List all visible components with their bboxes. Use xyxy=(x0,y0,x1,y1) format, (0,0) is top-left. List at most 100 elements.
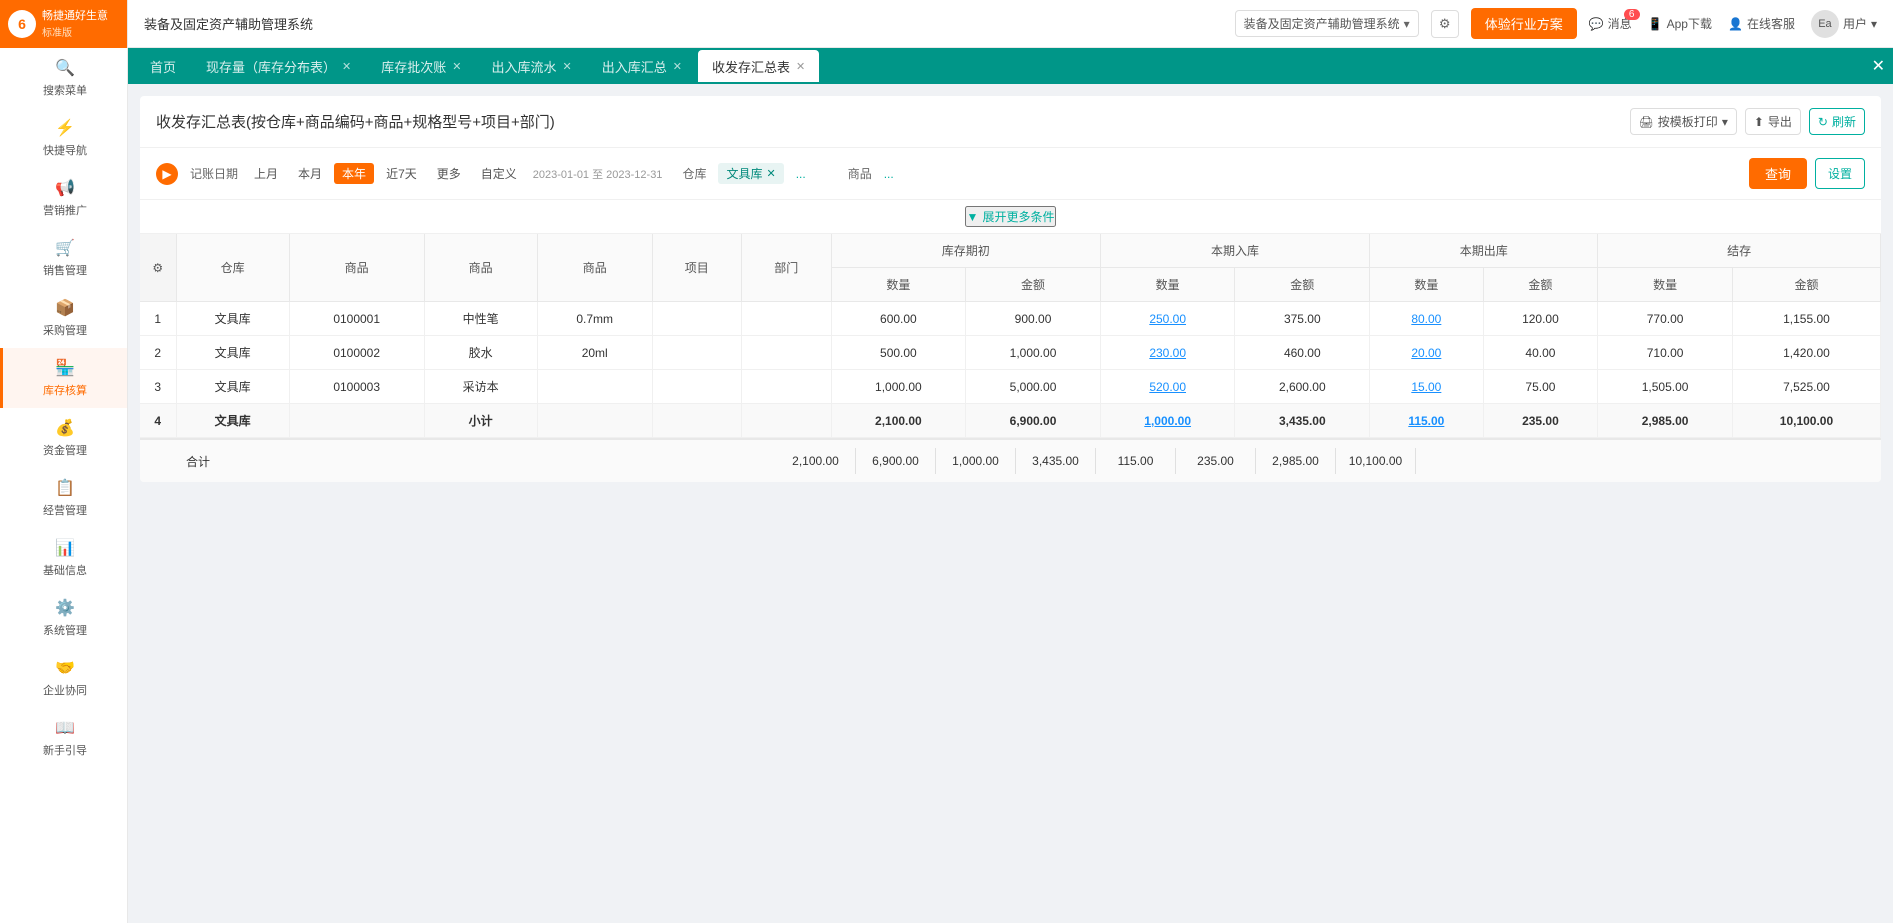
date-7days[interactable]: 近7天 xyxy=(378,163,425,184)
footer-balance-qty: 2,985.00 xyxy=(1256,448,1336,474)
th-balance-amt: 金额 xyxy=(1732,268,1880,302)
guide-icon: 📖 xyxy=(55,718,75,738)
row-out-qty[interactable]: 80.00 xyxy=(1370,302,1483,336)
row-warehouse: 文具库 xyxy=(176,302,289,336)
sidebar-item-quick[interactable]: ⚡ 快捷导航 xyxy=(0,108,127,168)
footer-label: 合计 xyxy=(176,453,776,470)
sidebar-item-sales[interactable]: 🛒 销售管理 xyxy=(0,228,127,288)
row-product-name: 胶水 xyxy=(424,336,537,370)
table-row: 2 文具库 0100002 胶水 20ml 500.00 1,000.00 23… xyxy=(140,336,1881,370)
row-out-qty[interactable]: 15.00 xyxy=(1370,370,1483,404)
date-range: 2023-01-01 至 2023-12-31 xyxy=(533,166,663,182)
row-in-qty[interactable]: 520.00 xyxy=(1100,370,1235,404)
sidebar-item-marketing[interactable]: 📢 营销推广 xyxy=(0,168,127,228)
row-warehouse: 文具库 xyxy=(176,370,289,404)
data-table: ⚙ 仓库 商品 商品 商品 项目 部门 库存期初 本期入库 本期出库 结存 数量 xyxy=(140,234,1881,438)
th-open-amt: 金额 xyxy=(966,268,1101,302)
tab-batch-ledger[interactable]: 库存批次账 ✕ xyxy=(367,50,475,82)
tab-batch-ledger-close[interactable]: ✕ xyxy=(452,60,461,73)
footer-in-qty: 1,000.00 xyxy=(936,448,1016,474)
row-product-code: 0100002 xyxy=(289,336,424,370)
date-custom[interactable]: 自定义 xyxy=(473,163,525,184)
th-in-qty: 数量 xyxy=(1100,268,1235,302)
table-body: 1 文具库 0100001 中性笔 0.7mm 600.00 900.00 25… xyxy=(140,302,1881,438)
tab-stock-flow-close[interactable]: ✕ xyxy=(563,60,572,73)
warehouse-tag-close[interactable]: ✕ xyxy=(766,167,775,180)
sidebar-item-coop[interactable]: 🤝 企业协同 xyxy=(0,648,127,708)
sidebar-item-basic-label: 基础信息 xyxy=(43,562,87,578)
sidebar-item-inventory[interactable]: 🏪 库存核算 xyxy=(0,348,127,408)
message-button[interactable]: 💬 消息 6 xyxy=(1589,15,1632,32)
sidebar-item-basic[interactable]: 📊 基础信息 xyxy=(0,528,127,588)
row-in-qty[interactable]: 1,000.00 xyxy=(1100,404,1235,438)
sidebar-item-operation[interactable]: 📋 经营管理 xyxy=(0,468,127,528)
sidebar-item-quick-label: 快捷导航 xyxy=(43,142,87,158)
sidebar-item-finance[interactable]: 💰 资金管理 xyxy=(0,408,127,468)
row-open-amt: 900.00 xyxy=(966,302,1101,336)
user-menu[interactable]: Ea 用户 ▾ xyxy=(1811,10,1877,38)
th-in-group: 本期入库 xyxy=(1100,234,1369,268)
settings-button[interactable]: ⚙ xyxy=(1431,10,1459,38)
sidebar-item-guide-label: 新手引导 xyxy=(43,742,87,758)
topbar: 装备及固定资产辅助管理系统 装备及固定资产辅助管理系统 ▾ ⚙ 体验行业方案 💬… xyxy=(128,0,1893,48)
tab-home[interactable]: 首页 xyxy=(136,50,190,82)
filter-collapse-button[interactable]: ▶ xyxy=(156,163,178,185)
row-in-qty[interactable]: 250.00 xyxy=(1100,302,1235,336)
sidebar-item-search[interactable]: 🔍 搜索菜单 xyxy=(0,48,127,108)
tab-stock-summary-close[interactable]: ✕ xyxy=(673,60,682,73)
product-more[interactable]: ... xyxy=(884,167,894,181)
refresh-button[interactable]: ↻ 刷新 xyxy=(1809,108,1865,135)
tab-stock-summary-label: 出入库汇总 xyxy=(602,57,667,76)
online-service-button[interactable]: 👤 在线客服 xyxy=(1728,15,1795,32)
date-prev-month[interactable]: 上月 xyxy=(246,163,286,184)
warehouse-more[interactable]: ... xyxy=(796,167,806,181)
warehouse-tag-value: 文具库 xyxy=(726,165,762,182)
print-button[interactable]: 🖨 按模板打印 ▾ xyxy=(1630,108,1737,135)
filter-settings-button[interactable]: 设置 xyxy=(1815,158,1865,189)
sidebar-item-purchase[interactable]: 📦 采购管理 xyxy=(0,288,127,348)
sidebar-item-guide[interactable]: 📖 新手引导 xyxy=(0,708,127,768)
row-balance-amt: 7,525.00 xyxy=(1732,370,1880,404)
tab-stock-flow[interactable]: 出入库流水 ✕ xyxy=(477,50,585,82)
sidebar-item-system[interactable]: ⚙️ 系统管理 xyxy=(0,588,127,648)
row-in-qty[interactable]: 230.00 xyxy=(1100,336,1235,370)
date-curr-month[interactable]: 本月 xyxy=(290,163,330,184)
tab-stock-summary[interactable]: 出入库汇总 ✕ xyxy=(588,50,696,82)
system-dropdown[interactable]: 装备及固定资产辅助管理系统 ▾ xyxy=(1235,10,1419,37)
tab-stock-dist-close[interactable]: ✕ xyxy=(342,60,351,73)
app-download-button[interactable]: 📱 App下载 xyxy=(1648,15,1712,32)
trial-button[interactable]: 体验行业方案 xyxy=(1471,8,1577,39)
row-open-amt: 6,900.00 xyxy=(966,404,1101,438)
th-out-qty: 数量 xyxy=(1370,268,1483,302)
expand-more-button[interactable]: ▼ 展开更多条件 xyxy=(965,206,1057,227)
row-out-amt: 75.00 xyxy=(1483,370,1598,404)
tab-stock-dist[interactable]: 现存量（库存分布表） ✕ xyxy=(192,50,365,82)
tabbar: 首页 现存量（库存分布表） ✕ 库存批次账 ✕ 出入库流水 ✕ 出入库汇总 ✕ … xyxy=(128,48,1893,84)
row-department xyxy=(742,336,832,370)
row-balance-amt: 10,100.00 xyxy=(1732,404,1880,438)
row-balance-amt: 1,420.00 xyxy=(1732,336,1880,370)
sidebar-item-search-label: 搜索菜单 xyxy=(43,82,87,98)
export-button[interactable]: ⬆ 导出 xyxy=(1745,108,1801,135)
date-curr-year[interactable]: 本年 xyxy=(334,163,374,184)
operation-icon: 📋 xyxy=(55,478,75,498)
tab-stock-dist-label: 现存量（库存分布表） xyxy=(206,57,336,76)
system-title: 装备及固定资产辅助管理系统 xyxy=(144,14,1223,33)
table-row: 4 文具库 小计 2,100.00 6,900.00 1,000.00 3,43… xyxy=(140,404,1881,438)
tabbar-close-all[interactable]: ✕ xyxy=(1872,56,1885,76)
sidebar-item-inventory-label: 库存核算 xyxy=(43,382,87,398)
date-more[interactable]: 更多 xyxy=(429,163,469,184)
row-out-qty[interactable]: 115.00 xyxy=(1370,404,1483,438)
warehouse-label: 仓库 xyxy=(682,165,706,182)
row-product-code: 0100001 xyxy=(289,302,424,336)
row-out-qty[interactable]: 20.00 xyxy=(1370,336,1483,370)
query-button[interactable]: 查询 xyxy=(1749,158,1807,189)
sidebar-item-system-label: 系统管理 xyxy=(43,622,87,638)
row-open-amt: 1,000.00 xyxy=(966,336,1101,370)
tab-recv-send[interactable]: 收发存汇总表 ✕ xyxy=(698,50,819,82)
th-open-group: 库存期初 xyxy=(831,234,1100,268)
tab-recv-send-close[interactable]: ✕ xyxy=(796,60,805,73)
quick-icon: ⚡ xyxy=(55,118,75,138)
row-balance-amt: 1,155.00 xyxy=(1732,302,1880,336)
purchase-icon: 📦 xyxy=(55,298,75,318)
